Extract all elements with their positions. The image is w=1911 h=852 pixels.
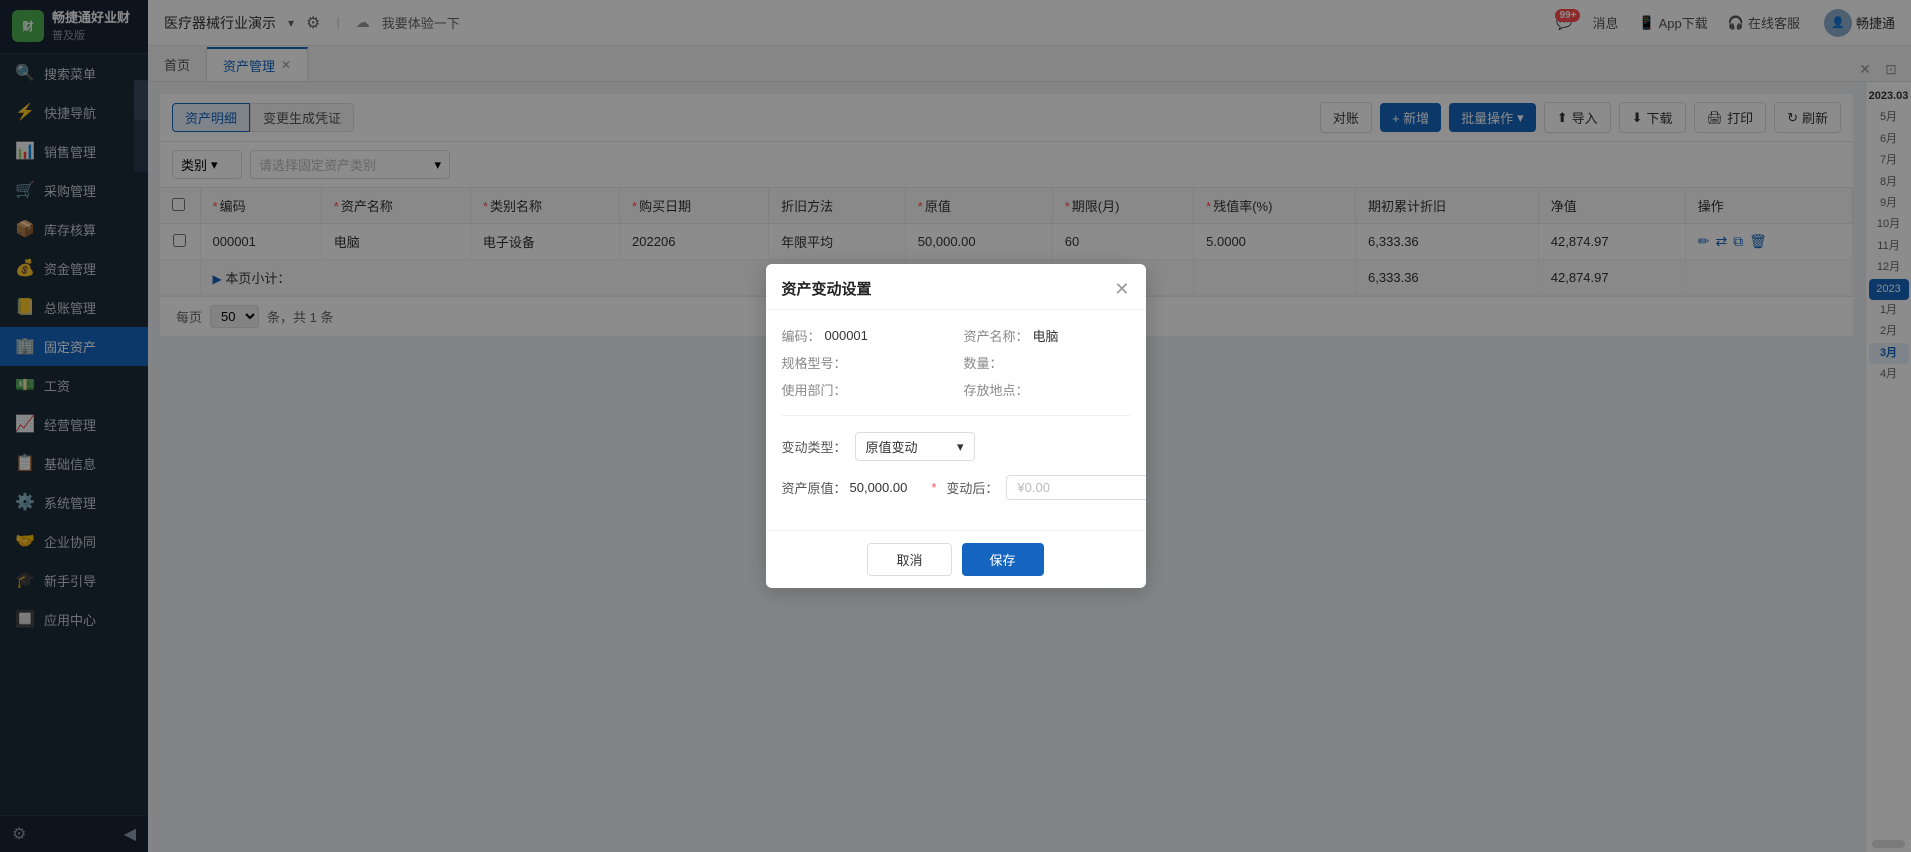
asset-value: 50,000.00: [850, 480, 908, 495]
after-input[interactable]: [1006, 475, 1145, 500]
modal-code-item: 编码： 000001: [782, 326, 948, 345]
modal-quantity-item: 数量：: [964, 353, 1130, 372]
modal-dept-item: 使用部门：: [782, 380, 948, 399]
asset-change-modal: 资产变动设置 ✕ 编码： 000001 资产名称： 电脑 规格型号： 数: [766, 264, 1146, 588]
asset-value-row: 资产原值： 50,000.00 * 变动后：: [782, 475, 1130, 500]
modal-header: 资产变动设置 ✕: [766, 264, 1146, 310]
after-label: 变动后：: [946, 478, 998, 497]
modal-spec-item: 规格型号：: [782, 353, 948, 372]
modal-title: 资产变动设置: [782, 278, 872, 299]
modal-location-label: 存放地点：: [964, 380, 1029, 399]
cancel-btn[interactable]: 取消: [867, 543, 951, 576]
modal-body: 编码： 000001 资产名称： 电脑 规格型号： 数量： 使用部门：: [766, 310, 1146, 530]
modal-name-label: 资产名称：: [964, 326, 1029, 345]
modal-quantity-label: 数量：: [964, 353, 1003, 372]
change-type-dropdown-icon: ▾: [957, 439, 964, 455]
change-type-label: 变动类型：: [782, 437, 847, 456]
modal-dept-label: 使用部门：: [782, 380, 847, 399]
modal-name-item: 资产名称： 电脑: [964, 326, 1130, 345]
save-btn[interactable]: 保存: [962, 543, 1044, 576]
modal-close-btn[interactable]: ✕: [1114, 280, 1129, 298]
modal-name-value: 电脑: [1033, 326, 1059, 345]
modal-code-label: 编码：: [782, 326, 821, 345]
modal-overlay: 资产变动设置 ✕ 编码： 000001 资产名称： 电脑 规格型号： 数: [0, 0, 1911, 852]
modal-spec-label: 规格型号：: [782, 353, 847, 372]
modal-footer: 取消 保存: [766, 530, 1146, 588]
asset-value-label: 资产原值：: [782, 478, 842, 497]
modal-location-item: 存放地点：: [964, 380, 1130, 399]
modal-code-value: 000001: [825, 328, 868, 343]
modal-info-grid: 编码： 000001 资产名称： 电脑 规格型号： 数量： 使用部门：: [782, 326, 1130, 416]
change-type-value: 原值变动: [866, 437, 918, 456]
change-type-row: 变动类型： 原值变动 ▾: [782, 432, 1130, 461]
after-required: *: [931, 480, 938, 495]
change-type-select[interactable]: 原值变动 ▾: [855, 432, 975, 461]
